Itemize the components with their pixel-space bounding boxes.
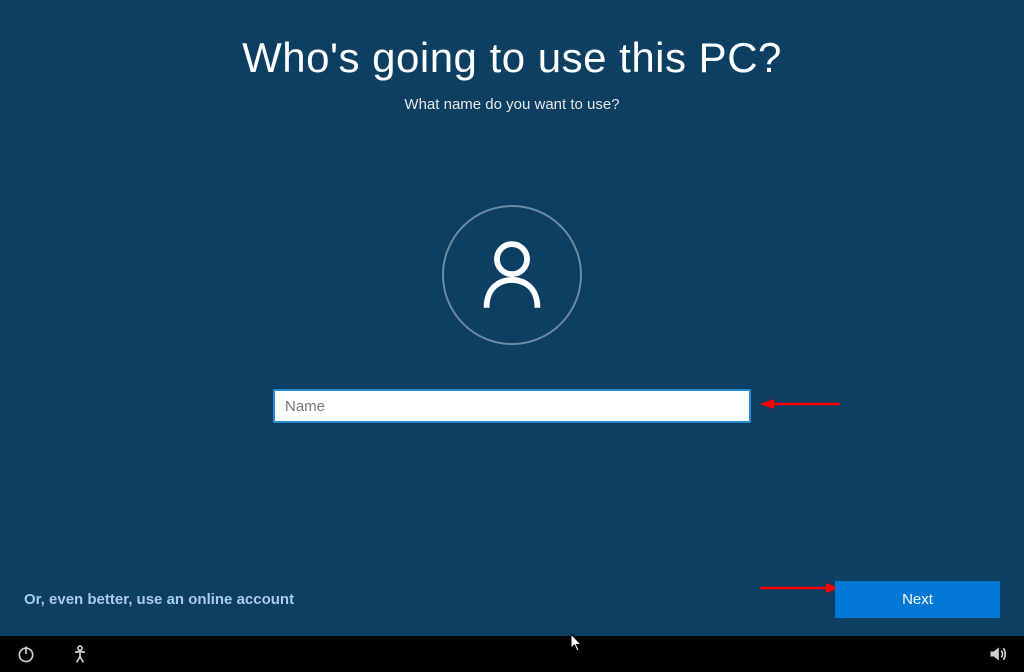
avatar-circle (442, 205, 582, 345)
taskbar-right (988, 644, 1008, 664)
page-subtitle: What name do you want to use? (0, 96, 1024, 113)
name-input-wrapper (273, 389, 751, 423)
taskbar-left (16, 644, 90, 664)
annotation-arrow-input (760, 397, 840, 411)
user-icon (475, 236, 549, 315)
taskbar (0, 636, 1024, 672)
oobe-main-area: Who's going to use this PC? What name do… (0, 0, 1024, 636)
mouse-cursor (571, 634, 583, 652)
bottom-row: Or, even better, use an online account N… (0, 581, 1024, 618)
online-account-link[interactable]: Or, even better, use an online account (24, 591, 294, 608)
page-title: Who's going to use this PC? (0, 0, 1024, 82)
next-button[interactable]: Next (835, 581, 1000, 618)
name-input[interactable] (273, 389, 751, 423)
volume-icon[interactable] (988, 644, 1008, 664)
ease-of-access-icon[interactable] (70, 644, 90, 664)
power-icon[interactable] (16, 644, 36, 664)
